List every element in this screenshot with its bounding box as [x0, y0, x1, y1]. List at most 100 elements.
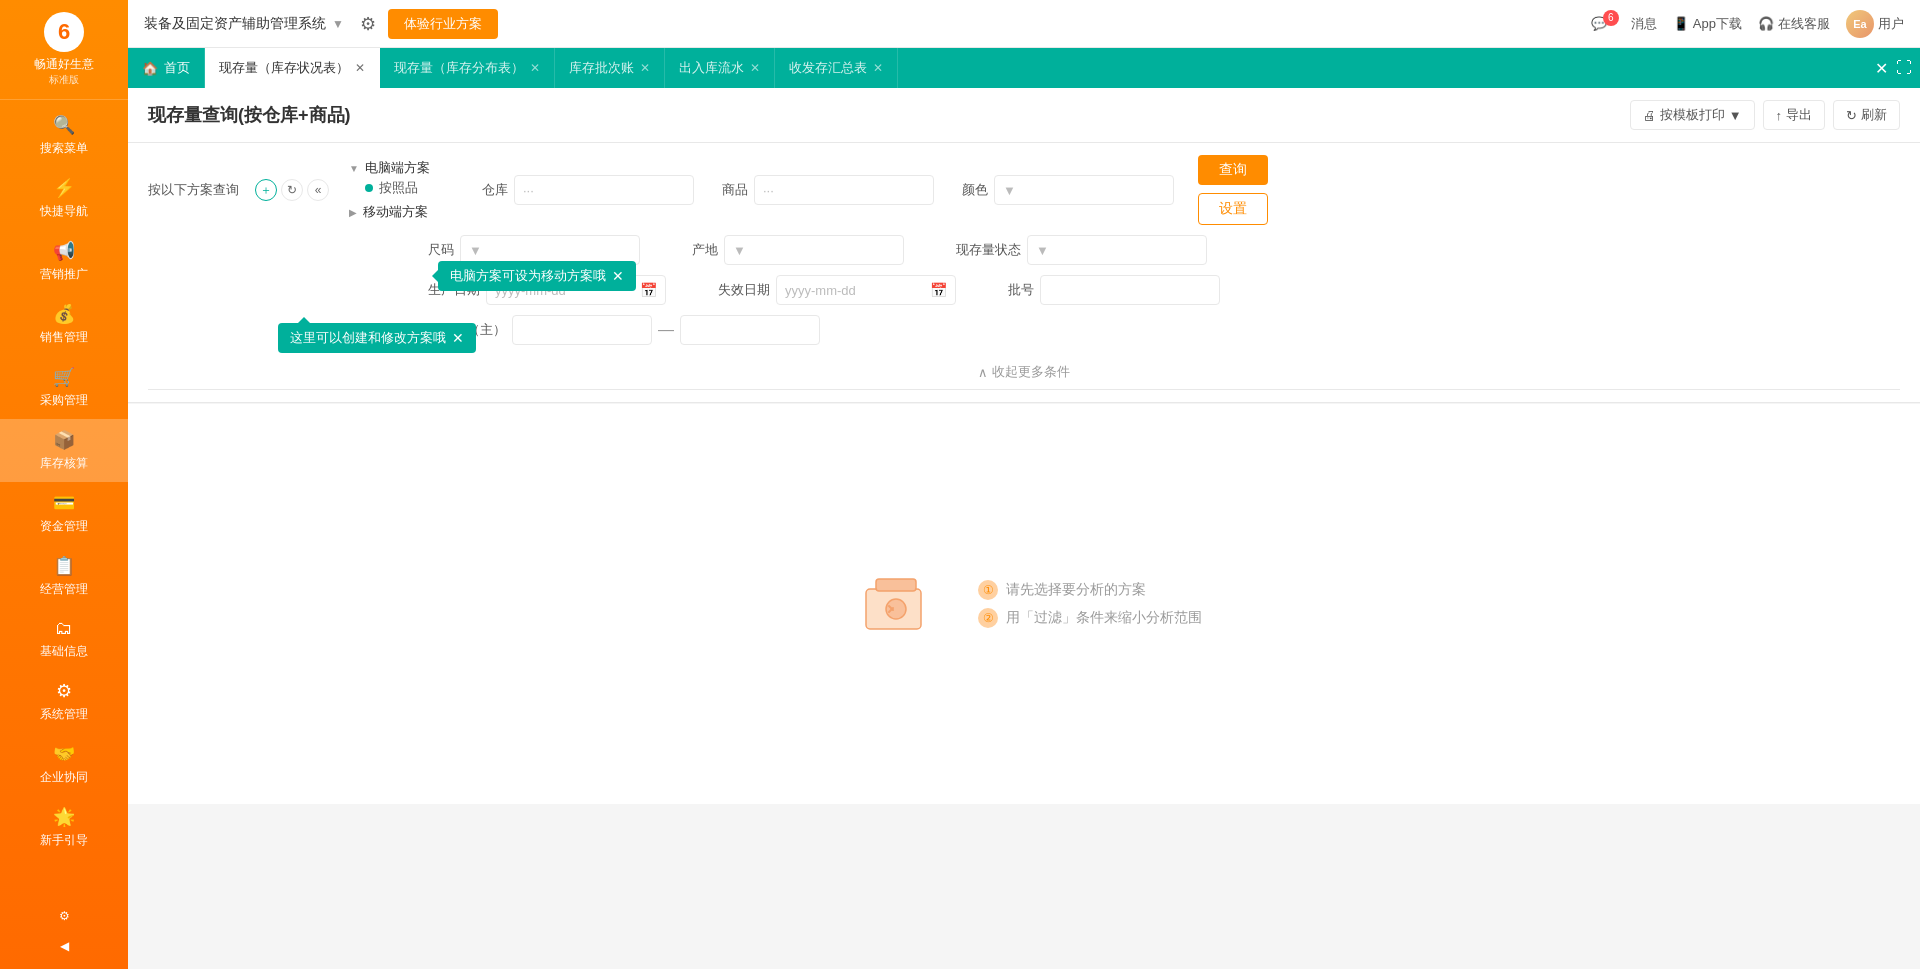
tab-batch-account-close[interactable]: ✕ — [640, 61, 650, 75]
inventory-main-field: 现存量（主） — — [428, 315, 820, 345]
refresh-icon: ↻ — [1846, 108, 1857, 123]
sidebar-item-purchase[interactable]: 🛒 采购管理 — [0, 356, 128, 419]
sidebar-item-quick-nav[interactable]: ⚡ 快捷导航 — [0, 167, 128, 230]
industry-btn[interactable]: 体验行业方案 — [388, 9, 498, 39]
topbar-settings-icon[interactable]: ⚙ — [360, 13, 376, 35]
search-reset-btns: 查询 设置 — [1198, 155, 1268, 225]
scheme-tooltip-close[interactable]: ✕ — [612, 268, 624, 284]
tab-collect-summary-label: 收发存汇总表 — [789, 59, 867, 77]
filter-panel: 电脑方案可设为移动方案哦 ✕ 这里可以创建和修改方案哦 ✕ 按以下方案查询 ＋ … — [128, 143, 1920, 403]
operation-icon: 📋 — [53, 555, 75, 577]
sidebar-settings-btn[interactable]: ⚙ — [0, 901, 128, 931]
refresh-scheme-btn[interactable]: ↻ — [281, 179, 303, 201]
search-btn[interactable]: 查询 — [1198, 155, 1268, 185]
inventory-status-input[interactable]: ▼ — [1027, 235, 1207, 265]
add-scheme-btn[interactable]: ＋ — [255, 179, 277, 201]
chevron-up-icon: ∧ — [978, 365, 988, 380]
tabbar-right: ✕ ⛶ — [1867, 48, 1920, 88]
empty-content: ① 请先选择要分析的方案 ② 用「过滤」条件来缩小分析范围 — [846, 554, 1202, 654]
product-field: 商品 ··· — [722, 175, 934, 205]
sidebar-item-basic-info[interactable]: 🗂 基础信息 — [0, 608, 128, 670]
online-service-label: 在线客服 — [1778, 15, 1830, 33]
tab-inventory-status-close[interactable]: ✕ — [355, 61, 365, 75]
mobile-group-arrow: ▶ — [349, 207, 357, 218]
inventory-icon: 📦 — [53, 429, 75, 451]
tab-home[interactable]: 🏠 首页 — [128, 48, 205, 88]
expiry-date-label: 失效日期 — [718, 281, 770, 299]
sidebar-item-system[interactable]: ⚙ 系统管理 — [0, 670, 128, 733]
page-actions: 🖨 按模板打印 ▼ ↑ 导出 ↻ 刷新 — [1630, 100, 1900, 130]
warehouse-input[interactable]: ··· — [514, 175, 694, 205]
sidebar-item-enterprise[interactable]: 🤝 企业协同 — [0, 733, 128, 796]
edit-tooltip-close[interactable]: ✕ — [452, 330, 464, 346]
sidebar-item-finance[interactable]: 💳 资金管理 — [0, 482, 128, 545]
color-input[interactable]: ▼ — [994, 175, 1174, 205]
sidebar-item-operation[interactable]: 📋 经营管理 — [0, 545, 128, 608]
sidebar-item-marketing[interactable]: 📢 营销推广 — [0, 230, 128, 293]
inventory-main-to[interactable] — [680, 315, 820, 345]
expiry-date-field: 失效日期 yyyy-mm-dd 📅 — [718, 275, 956, 305]
filter-row3: 生产日期 yyyy-mm-dd 📅 失效日期 yyyy-mm-dd 📅 批号 — [148, 275, 1900, 305]
batch-input[interactable] — [1040, 275, 1220, 305]
sidebar-collapse-btn[interactable]: ◀ — [0, 931, 128, 961]
desktop-group-label: 电脑端方案 — [365, 159, 430, 177]
tab-in-out-flow-close[interactable]: ✕ — [750, 61, 760, 75]
topbar-online-service[interactable]: 🎧 在线客服 — [1758, 15, 1830, 33]
sidebar-item-guide[interactable]: 🌟 新手引导 — [0, 796, 128, 859]
desktop-scheme-group[interactable]: ▼ 电脑端方案 — [349, 159, 430, 177]
filter-scheme-row: 按以下方案查询 ＋ ↻ « ▼ 电脑端方案 按照品 — [148, 155, 1900, 225]
print-template-btn[interactable]: 🖨 按模板打印 ▼ — [1630, 100, 1755, 130]
tab-inventory-dist[interactable]: 现存量（库存分布表） ✕ — [380, 48, 555, 88]
origin-input[interactable]: ▼ — [724, 235, 904, 265]
tab-collect-summary[interactable]: 收发存汇总表 ✕ — [775, 48, 898, 88]
sidebar-item-search[interactable]: 🔍 搜索菜单 — [0, 104, 128, 167]
scheme-dot — [365, 184, 373, 192]
quick-nav-icon: ⚡ — [53, 177, 75, 199]
sidebar-item-label: 采购管理 — [40, 392, 88, 409]
headset-icon: 🎧 — [1758, 16, 1774, 31]
sidebar-item-inventory[interactable]: 📦 库存核算 — [0, 419, 128, 482]
tab-inventory-dist-close[interactable]: ✕ — [530, 61, 540, 75]
tabbar-fullscreen-btn[interactable]: ⛶ — [1896, 59, 1912, 77]
topbar-user[interactable]: Ea 用户 — [1846, 10, 1904, 38]
topbar-right: 💬 6 消息 📱 App下载 🎧 在线客服 Ea 用户 — [1591, 10, 1904, 38]
tab-inventory-status[interactable]: 现存量（库存状况表） ✕ — [205, 48, 380, 88]
collapse-bar[interactable]: ∧ 收起更多条件 — [148, 355, 1900, 390]
reset-btn[interactable]: 设置 — [1198, 193, 1268, 225]
marketing-icon: 📢 — [53, 240, 75, 262]
prev-scheme-btn[interactable]: « — [307, 179, 329, 201]
sidebar-item-sales[interactable]: 💰 销售管理 — [0, 293, 128, 356]
batch-label: 批号 — [1008, 281, 1034, 299]
inventory-main-from[interactable] — [512, 315, 652, 345]
page-header: 现存量查询(按仓库+商品) 🖨 按模板打印 ▼ ↑ 导出 ↻ 刷新 — [128, 88, 1920, 143]
home-icon: 🏠 — [142, 61, 158, 76]
tab-batch-account[interactable]: 库存批次账 ✕ — [555, 48, 665, 88]
desktop-scheme-name: 按照品 — [379, 179, 418, 197]
tab-in-out-flow[interactable]: 出入库流水 ✕ — [665, 48, 775, 88]
inventory-status-field: 现存量状态 ▼ — [956, 235, 1207, 265]
product-input[interactable]: ··· — [754, 175, 934, 205]
scheme-tooltip-text: 电脑方案可设为移动方案哦 — [450, 267, 606, 285]
sidebar-settings-icon: ⚙ — [59, 909, 70, 923]
filter-label: 按以下方案查询 — [148, 181, 239, 199]
export-icon: ↑ — [1776, 108, 1783, 123]
tabbar-close-all-btn[interactable]: ✕ — [1875, 59, 1888, 78]
system-name-text: 装备及固定资产辅助管理系统 — [144, 15, 326, 33]
topbar-message[interactable]: 💬 6 消息 — [1591, 15, 1657, 33]
mobile-scheme-group[interactable]: ▶ 移动端方案 — [349, 203, 430, 221]
desktop-scheme-item[interactable]: 按照品 — [349, 179, 430, 197]
topbar-app-download[interactable]: 📱 App下载 — [1673, 15, 1742, 33]
tab-inventory-status-label: 现存量（库存状况表） — [219, 59, 349, 77]
collapse-label: 收起更多条件 — [992, 363, 1070, 381]
size-dropdown: ▼ — [469, 243, 482, 258]
desktop-group-arrow: ▼ — [349, 163, 359, 174]
inventory-status-label: 现存量状态 — [956, 241, 1021, 259]
origin-dropdown: ▼ — [733, 243, 746, 258]
export-btn[interactable]: ↑ 导出 — [1763, 100, 1826, 130]
print-icon: 🖨 — [1643, 108, 1656, 123]
expiry-date-input[interactable]: yyyy-mm-dd 📅 — [776, 275, 956, 305]
search-icon: 🔍 — [53, 114, 75, 136]
refresh-btn[interactable]: ↻ 刷新 — [1833, 100, 1900, 130]
tab-collect-summary-close[interactable]: ✕ — [873, 61, 883, 75]
hint1-text: 请先选择要分析的方案 — [1006, 581, 1146, 599]
